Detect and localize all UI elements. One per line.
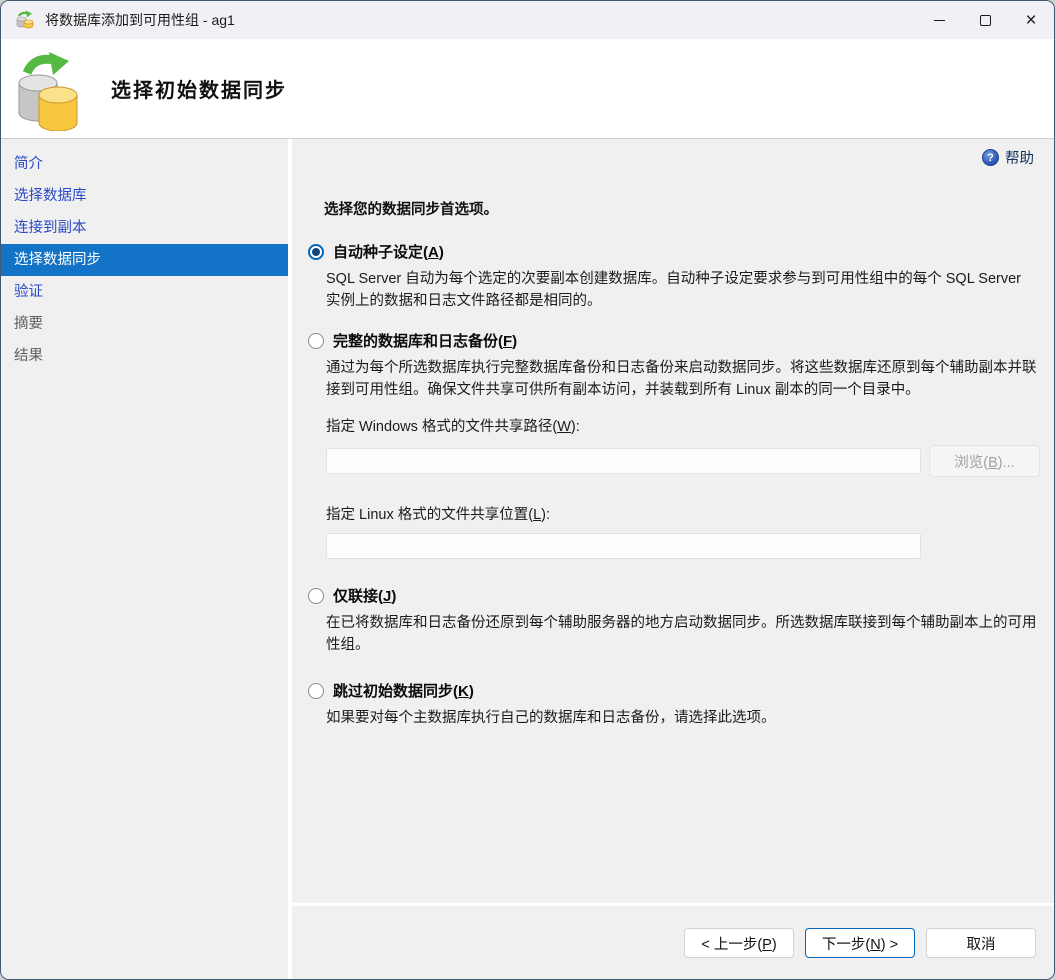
label-text: 指定 Windows 格式的文件共享路径( [326,419,558,435]
access-key: P [762,936,772,953]
radio-full-backup-label[interactable]: 完整的数据库和日志备份(F) [333,330,517,351]
sidebar-item-select-databases[interactable]: 选择数据库 [1,180,288,212]
linux-share-label: 指定 Linux 格式的文件共享位置(L): [326,503,1054,524]
radio-join-only-label[interactable]: 仅联接(J) [333,585,396,606]
label-text: ) [771,936,777,953]
option-join-only: 仅联接(J) 在已将数据库和日志备份还原到每个辅助服务器的地方启动数据同步。所选… [308,585,1054,656]
label-text: ): [541,507,550,523]
windows-share-row: 浏览(B)... [326,445,1054,477]
radio-automatic-seeding[interactable] [308,243,324,260]
label-text: ) [512,333,518,350]
access-key: A [428,244,439,261]
label-text: ): [570,419,580,435]
app-database-sync-icon [16,10,34,29]
access-key: F [503,333,513,350]
minimize-icon [933,19,945,21]
option-row: 跳过初始数据同步(K) [308,680,1054,701]
window-title: 将数据库添加到可用性组 - ag1 [45,12,235,28]
sidebar-item-results: 结果 [14,348,43,364]
browse-button[interactable]: 浏览(B)... [929,445,1040,477]
next-button[interactable]: 下一步(N) > [805,928,915,958]
radio-full-backup[interactable] [308,332,324,349]
sync-preference-heading: 选择您的数据同步首选项。 [324,202,498,218]
label-text: 下一步( [821,936,871,953]
sidebar-item-summary: 摘要 [14,316,43,332]
page-title: 选择初始数据同步 [111,80,287,102]
wizard-body: 简介 选择数据库 连接到副本 选择数据同步 验证 摘要 结果 ? 帮助 选择您的… [1,139,1054,979]
access-key: L [533,507,542,523]
option-full-backup: 完整的数据库和日志备份(F) 通过为每个所选数据库执行完整数据库备份和日志备份来… [308,330,1054,559]
maximize-icon [979,14,991,26]
label-text: ) [468,683,474,700]
label-text: )... [997,454,1015,471]
label-text: 自动种子设定( [333,244,428,261]
sidebar-item-validation[interactable]: 验证 [1,276,288,308]
option-skip-sync: 跳过初始数据同步(K) 如果要对每个主数据库执行自己的数据库和日志备份，请选择此… [308,680,1054,730]
cancel-button[interactable]: 取消 [926,928,1036,958]
option-row: 完整的数据库和日志备份(F) [308,330,1054,351]
radio-skip-sync[interactable] [308,682,324,699]
radio-skip-sync-label[interactable]: 跳过初始数据同步(K) [333,680,474,701]
titlebar: 将数据库添加到可用性组 - ag1 × [1,1,1054,39]
label-text: 跳过初始数据同步( [333,683,458,700]
wizard-window: 将数据库添加到可用性组 - ag1 × 选择初始数据同步 简介 选择数据库 连接… [0,0,1055,980]
label-text: 仅联接( [333,588,383,605]
wizard-footer: < 上一步(P) 下一步(N) > 取消 [292,903,1054,979]
maximize-button[interactable] [962,1,1008,39]
help-link[interactable]: ? 帮助 [982,147,1034,168]
radio-automatic-seeding-label[interactable]: 自动种子设定(A) [333,241,444,262]
page-content: ? 帮助 选择您的数据同步首选项。 自动种子设定(A) SQL Server 自… [292,139,1054,903]
help-row: ? 帮助 [292,139,1054,168]
label-text: 完整的数据库和日志备份( [333,333,503,350]
wizard-header: 选择初始数据同步 [1,39,1054,139]
help-icon: ? [982,149,999,166]
close-button[interactable]: × [1008,1,1054,39]
label-text: < 上一步( [701,936,763,953]
previous-button[interactable]: < 上一步(P) [684,928,794,958]
option-row: 仅联接(J) [308,585,1054,606]
linux-share-input[interactable] [326,533,921,559]
option-description: 在已将数据库和日志备份还原到每个辅助服务器的地方启动数据同步。所选数据库联接到每… [326,615,1037,653]
option-automatic-seeding: 自动种子设定(A) SQL Server 自动为每个选定的次要副本创建数据库。自… [308,241,1054,312]
access-key: B [988,454,998,471]
option-description: 如果要对每个主数据库执行自己的数据库和日志备份，请选择此选项。 [326,710,776,726]
sidebar-item-select-data-sync[interactable]: 选择数据同步 [1,244,288,276]
access-key: W [557,419,571,435]
database-sync-icon [18,51,78,131]
option-description: SQL Server 自动为每个选定的次要副本创建数据库。自动种子设定要求参与到… [326,271,1021,309]
label-text: ) > [880,936,899,953]
linux-share-row [326,533,1054,559]
windows-share-input[interactable] [326,448,921,474]
minimize-button[interactable] [916,1,962,39]
right-column: ? 帮助 选择您的数据同步首选项。 自动种子设定(A) SQL Server 自… [292,139,1054,979]
sidebar-item-introduction[interactable]: 简介 [1,148,288,180]
option-row: 自动种子设定(A) [308,241,1054,262]
windows-share-label: 指定 Windows 格式的文件共享路径(W): [326,415,1054,436]
close-icon: × [1025,9,1037,31]
label-text: ) [391,588,397,605]
share-path-fields: 指定 Windows 格式的文件共享路径(W): 浏览(B)... 指定 Lin… [326,415,1054,559]
option-description: 通过为每个所选数据库执行完整数据库备份和日志备份来启动数据同步。将这些数据库还原… [326,360,1037,398]
help-label: 帮助 [1005,151,1034,167]
label-text: 浏览( [954,454,989,471]
access-key: K [458,683,469,700]
access-key: N [870,936,881,953]
radio-join-only[interactable] [308,587,324,604]
label-text: ) [438,244,444,261]
label-text: 指定 Linux 格式的文件共享位置( [326,507,534,523]
wizard-steps-sidebar: 简介 选择数据库 连接到副本 选择数据同步 验证 摘要 结果 [1,139,288,979]
sidebar-item-connect-replicas[interactable]: 连接到副本 [1,212,288,244]
